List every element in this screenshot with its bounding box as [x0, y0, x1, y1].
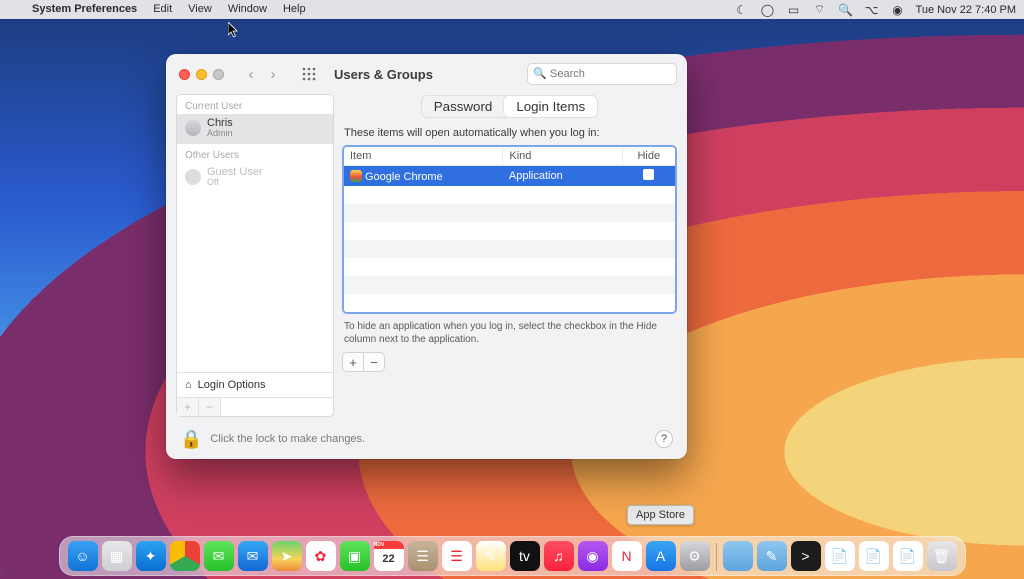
current-user-label: Current User: [177, 95, 333, 114]
dock-podcasts[interactable]: ◉: [578, 541, 608, 571]
add-user-button[interactable]: +: [177, 398, 199, 416]
menu-edit[interactable]: Edit: [145, 0, 180, 19]
zoom-button[interactable]: [213, 69, 224, 80]
dock-mail[interactable]: ✉: [238, 541, 268, 571]
dock-news[interactable]: N: [612, 541, 642, 571]
search-icon: 🔍: [533, 67, 547, 80]
preferences-window: ‹ › Users & Groups 🔍 Current User Chris …: [166, 54, 687, 459]
traffic-lights: [176, 69, 224, 80]
dock-music[interactable]: ♫: [544, 541, 574, 571]
login-options[interactable]: ⌂ Login Options: [177, 372, 333, 397]
menu-help[interactable]: Help: [275, 0, 314, 19]
menubar-datetime[interactable]: Tue Nov 22 7:40 PM: [916, 4, 1016, 16]
lock-icon[interactable]: 🔒: [180, 429, 202, 450]
user-role: Admin: [207, 129, 233, 139]
dock-tv[interactable]: tv: [510, 541, 540, 571]
menu-window[interactable]: Window: [220, 0, 275, 19]
dock-reminders[interactable]: ☰: [442, 541, 472, 571]
app-menu[interactable]: System Preferences: [24, 0, 145, 19]
item-kind: Application: [503, 166, 622, 187]
dock-doc3[interactable]: 📄: [893, 541, 923, 571]
dock-facetime[interactable]: ▣: [340, 541, 370, 571]
remove-user-button[interactable]: −: [199, 398, 221, 416]
dock-trash[interactable]: 🗑: [927, 541, 957, 571]
dock-appstore[interactable]: AApp Store: [646, 541, 676, 571]
close-button[interactable]: [179, 69, 190, 80]
house-icon: ⌂: [185, 379, 192, 391]
table-row[interactable]: Google Chrome Application: [344, 166, 675, 187]
dock-photos[interactable]: ✿: [306, 541, 336, 571]
avatar-icon: [185, 169, 201, 185]
main-panel: Password Login Items These items will op…: [342, 94, 677, 417]
lock-text: Click the lock to make changes.: [210, 433, 365, 445]
other-users-label: Other Users: [177, 144, 333, 163]
help-button[interactable]: ?: [655, 430, 673, 448]
users-sidebar: Current User Chris Admin Other Users Gue…: [176, 94, 334, 417]
dock-folder2[interactable]: ✎: [757, 541, 787, 571]
dock-tooltip: App Store: [627, 505, 694, 525]
do-not-disturb-icon[interactable]: ☾: [734, 2, 750, 18]
login-items-description: These items will open automatically when…: [344, 127, 675, 139]
menubar: System Preferences Edit View Window Help…: [0, 0, 1024, 19]
dock-preferences[interactable]: ⚙: [680, 541, 710, 571]
dock-notes[interactable]: ✎: [476, 541, 506, 571]
chrome-icon: [350, 170, 362, 182]
add-item-button[interactable]: +: [342, 352, 364, 372]
tab-password[interactable]: Password: [422, 96, 505, 117]
display-icon[interactable]: ▭: [786, 2, 802, 18]
col-kind[interactable]: Kind: [503, 147, 622, 166]
login-items-table[interactable]: Item Kind Hide Google Chrome Application: [342, 145, 677, 314]
sidebar-user-guest[interactable]: Guest User Off: [177, 163, 333, 193]
dock-calendar[interactable]: NOV22: [374, 541, 404, 571]
spotlight-icon[interactable]: 🔍: [838, 2, 854, 18]
dock-separator: [716, 543, 717, 571]
siri-icon[interactable]: ◉: [890, 2, 906, 18]
dock-messages[interactable]: ✉: [204, 541, 234, 571]
dock-doc1[interactable]: 📄: [825, 541, 855, 571]
show-all-button[interactable]: [298, 63, 320, 85]
wifi-icon[interactable]: ⌔: [812, 2, 828, 18]
back-button[interactable]: ‹: [240, 63, 262, 85]
dock-doc2[interactable]: 📄: [859, 541, 889, 571]
hide-hint: To hide an application when you log in, …: [344, 320, 675, 346]
sidebar-user-current[interactable]: Chris Admin: [177, 114, 333, 144]
col-item[interactable]: Item: [344, 147, 503, 166]
remove-item-button[interactable]: −: [363, 352, 385, 372]
dock: ☺▦✦✉✉➤✿▣NOV22☰☰✎tv♫◉NAApp Store⚙✎>📄📄📄🗑: [59, 536, 966, 576]
search-input[interactable]: [527, 63, 677, 85]
col-hide[interactable]: Hide: [622, 147, 675, 166]
dock-contacts[interactable]: ☰: [408, 541, 438, 571]
dock-finder[interactable]: ☺: [68, 541, 98, 571]
window-title: Users & Groups: [334, 67, 433, 82]
tab-login-items[interactable]: Login Items: [504, 96, 597, 117]
hide-checkbox[interactable]: [643, 169, 654, 180]
dock-terminal[interactable]: >: [791, 541, 821, 571]
tab-segmented-control: Password Login Items: [422, 96, 597, 117]
dock-safari[interactable]: ✦: [136, 541, 166, 571]
user-role: Off: [207, 178, 263, 188]
window-titlebar[interactable]: ‹ › Users & Groups 🔍: [166, 54, 687, 94]
dock-launchpad[interactable]: ▦: [102, 541, 132, 571]
control-center-icon[interactable]: ⌥: [864, 2, 880, 18]
minimize-button[interactable]: [196, 69, 207, 80]
dock-chrome[interactable]: [170, 541, 200, 571]
forward-button[interactable]: ›: [262, 63, 284, 85]
avatar-icon: [185, 120, 201, 136]
login-options-label: Login Options: [198, 379, 266, 391]
dock-folder1[interactable]: [723, 541, 753, 571]
user-icon[interactable]: ◯: [760, 2, 776, 18]
item-name: Google Chrome: [365, 171, 443, 183]
dock-maps[interactable]: ➤: [272, 541, 302, 571]
menu-view[interactable]: View: [180, 0, 220, 19]
